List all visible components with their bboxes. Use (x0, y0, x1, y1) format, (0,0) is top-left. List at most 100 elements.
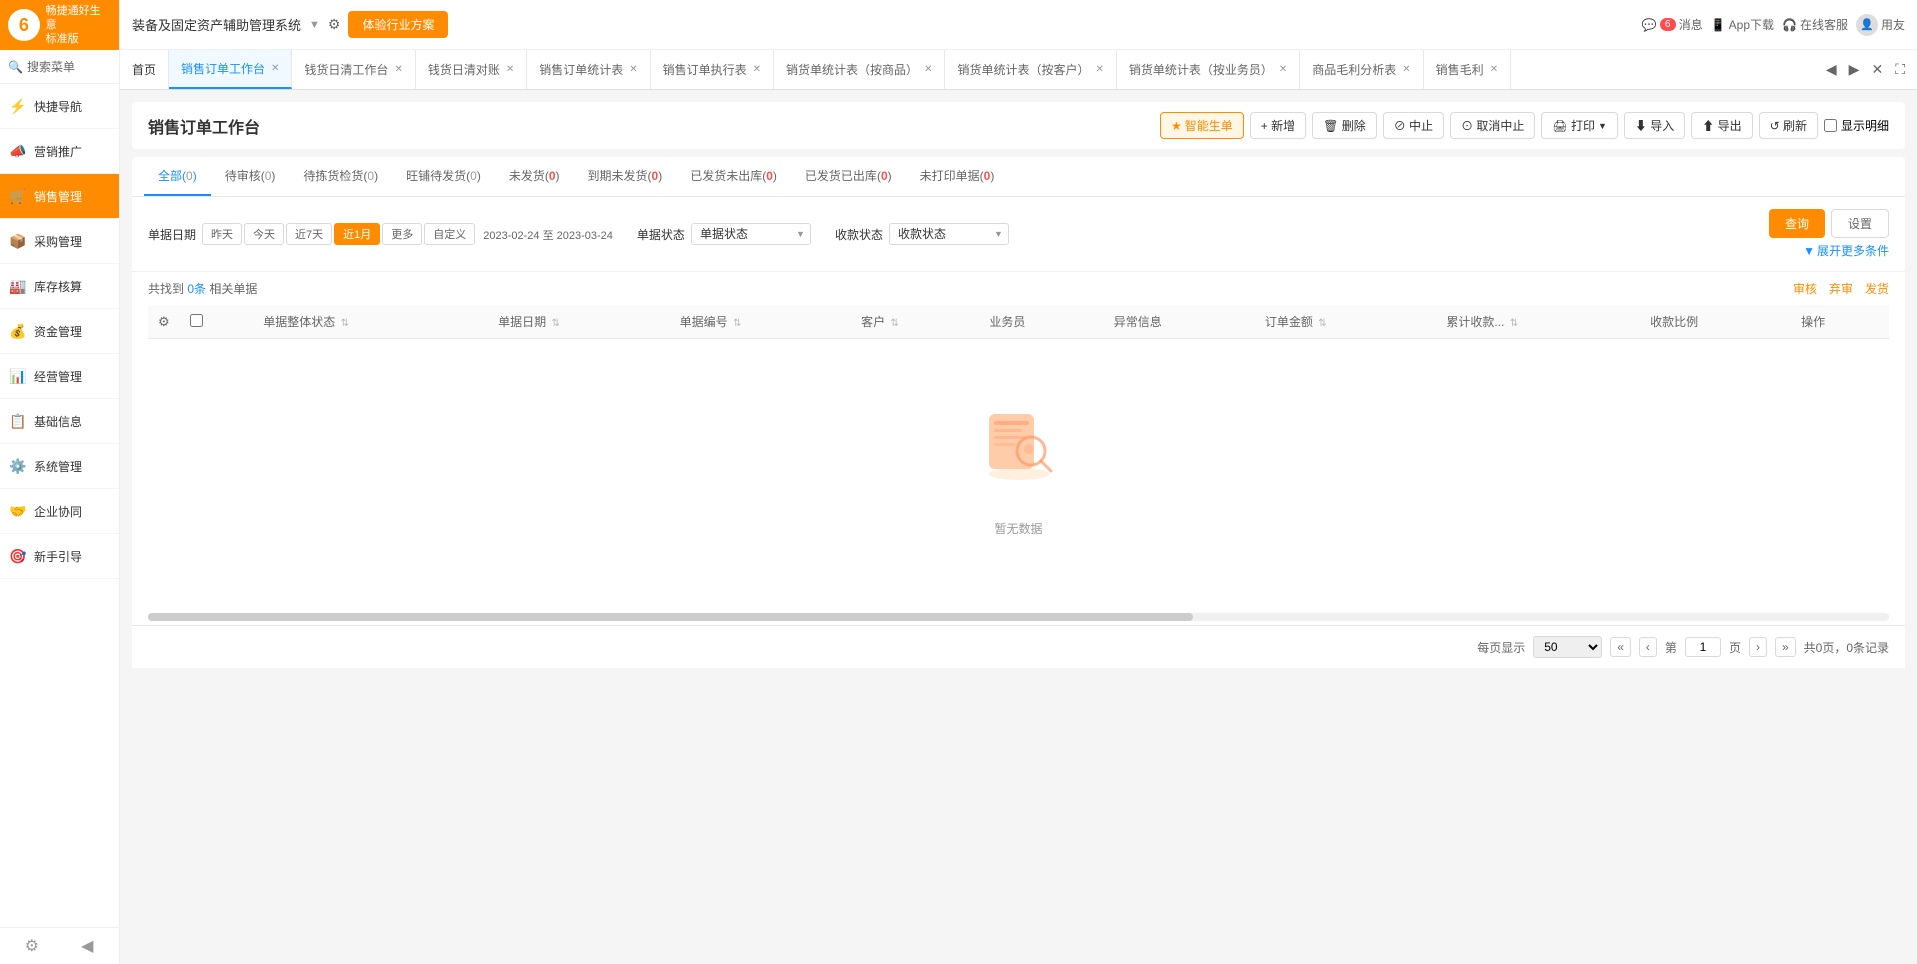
tab-close-product[interactable]: ✕ (924, 64, 932, 75)
show-detail-checkbox[interactable] (1824, 119, 1837, 132)
stop-btn[interactable]: ⊘ 中止 (1383, 112, 1444, 139)
sort-collected-icon: ⇅ (1510, 318, 1518, 329)
ship-action-btn[interactable]: 发货 (1865, 280, 1889, 297)
sidebar-item-base-info[interactable]: 📋 基础信息 (0, 399, 119, 444)
smart-gen-btn[interactable]: ★ 智能生单 (1160, 112, 1244, 139)
print-btn[interactable]: 🖨 打印 ▼ (1541, 112, 1618, 139)
tab-cash-reconcile[interactable]: 钱货日清对账 ✕ (416, 50, 527, 89)
message-link[interactable]: 💬 6 消息 (1642, 16, 1703, 33)
tab-sales-stats[interactable]: 销售订单统计表 ✕ (527, 50, 650, 89)
sub-tab-not-shipped[interactable]: 未发货(0) (495, 157, 574, 196)
date-filter-label: 单据日期 (148, 226, 196, 243)
tab-sales-profit[interactable]: 销售毛利 ✕ (1424, 50, 1511, 89)
select-all-checkbox[interactable] (190, 314, 203, 327)
date-btn-custom[interactable]: 自定义 (424, 223, 475, 245)
sub-tab-wangpu[interactable]: 旺铺待发货(0) (392, 157, 495, 196)
sidebar-item-guide[interactable]: 🎯 新手引导 (0, 534, 119, 579)
table-th-customer[interactable]: 客户 ⇅ (851, 305, 979, 339)
date-btn-7days[interactable]: 近7天 (286, 223, 332, 245)
sub-tab-expired-not-shipped[interactable]: 到期未发货(0) (574, 157, 677, 196)
sub-tab-not-printed[interactable]: 未打印单据(0) (906, 157, 1009, 196)
payment-select[interactable]: 收款状态 (889, 223, 1009, 245)
page-first-btn[interactable]: « (1610, 637, 1631, 657)
add-btn[interactable]: + 新增 (1250, 112, 1306, 139)
page-last-btn[interactable]: » (1775, 637, 1796, 657)
audit-action-btn[interactable]: 审核 (1793, 280, 1817, 297)
sidebar-item-purchase-mgmt[interactable]: 📦 采购管理 (0, 219, 119, 264)
gear-settings-icon[interactable]: ⚙ (328, 16, 341, 33)
sidebar-collapse-btn[interactable]: ◀ (64, 936, 112, 956)
tab-close-staff[interactable]: ✕ (1279, 64, 1287, 75)
expand-more-btn[interactable]: ▼ 展开更多条件 (1803, 242, 1889, 259)
sub-tab-pending-audit[interactable]: 待审核(0) (211, 157, 290, 196)
date-btn-yesterday[interactable]: 昨天 (202, 223, 242, 245)
cancel-audit-action-btn[interactable]: 弃审 (1829, 280, 1853, 297)
tab-gross-margin[interactable]: 商品毛利分析表 ✕ (1300, 50, 1423, 89)
tab-close-sales-workbench[interactable]: ✕ (271, 63, 279, 74)
show-detail-label[interactable]: 显示明细 (1824, 117, 1889, 134)
query-btn[interactable]: 查询 (1769, 209, 1825, 238)
tab-close-customer[interactable]: ✕ (1095, 64, 1103, 75)
online-service-link[interactable]: 🎧 在线客服 (1782, 16, 1848, 33)
sub-tab-shipped-out[interactable]: 已发货已出库(0) (791, 157, 906, 196)
horizontal-scrollbar[interactable] (148, 613, 1889, 621)
table-th-number[interactable]: 单据编号 ⇅ (670, 305, 852, 339)
page-prev-btn[interactable]: ‹ (1639, 637, 1657, 657)
tab-close-cash-reconcile[interactable]: ✕ (506, 64, 514, 75)
sidebar-settings-btn[interactable]: ⚙ (8, 936, 56, 956)
tab-prev-btn[interactable]: ◀ (1822, 59, 1841, 80)
sidebar-item-finance[interactable]: 💰 资金管理 (0, 309, 119, 354)
date-btn-today[interactable]: 今天 (244, 223, 284, 245)
page-number-input[interactable]: 1 (1685, 637, 1721, 657)
tab-sales-stat-product[interactable]: 销货单统计表（按商品） ✕ (774, 50, 945, 89)
tab-close-all-btn[interactable]: ✕ (1867, 59, 1887, 80)
sidebar-item-sales-mgmt[interactable]: 🛒 销售管理 (0, 174, 119, 219)
refresh-btn[interactable]: ↺ 刷新 (1759, 112, 1818, 139)
tab-sales-exec[interactable]: 销售订单执行表 ✕ (651, 50, 774, 89)
tab-close-sales-stats[interactable]: ✕ (629, 64, 637, 75)
sidebar-item-search[interactable]: 🔍 搜索菜单 (0, 50, 119, 84)
scrollbar-thumb[interactable] (148, 613, 1193, 621)
page-next-btn[interactable]: › (1749, 637, 1767, 657)
tab-next-btn[interactable]: ▶ (1845, 59, 1864, 80)
app-download-link[interactable]: 📱 App下载 (1711, 16, 1774, 33)
import-btn[interactable]: ⬇ 导入 (1624, 112, 1685, 139)
sidebar-item-enterprise[interactable]: 🤝 企业协同 (0, 489, 119, 534)
industry-solution-btn[interactable]: 体验行业方案 (348, 11, 448, 38)
delete-btn[interactable]: 🗑 删除 (1312, 112, 1377, 139)
sidebar-item-sys-mgmt[interactable]: ⚙️ 系统管理 (0, 444, 119, 489)
table-th-status[interactable]: 单据整体状态 ⇅ (253, 305, 488, 339)
status-select[interactable]: 单据状态 (691, 223, 811, 245)
tab-close-cash-daily[interactable]: ✕ (394, 64, 402, 75)
table-th-amount[interactable]: 订单金额 ⇅ (1255, 305, 1437, 339)
tab-close-gross-margin[interactable]: ✕ (1402, 64, 1410, 75)
sidebar-item-quick-nav[interactable]: ⚡ 快捷导航 (0, 84, 119, 129)
export-btn[interactable]: ⬆ 导出 (1691, 112, 1752, 139)
table-th-abnormal[interactable]: 异常信息 (1104, 305, 1255, 339)
cancel-stop-btn[interactable]: ⊙ 取消中止 (1450, 112, 1535, 139)
tab-cash-daily[interactable]: 钱货日清工作台 ✕ (292, 50, 415, 89)
tab-home[interactable]: 首页 (120, 50, 169, 89)
dropdown-icon[interactable]: ▼ (309, 19, 320, 31)
tab-close-sales-profit[interactable]: ✕ (1490, 64, 1498, 75)
user-profile-link[interactable]: 👤 用友 (1856, 14, 1905, 36)
sidebar-item-inventory[interactable]: 🏭 库存核算 (0, 264, 119, 309)
tab-close-sales-exec[interactable]: ✕ (753, 64, 761, 75)
tab-sales-stat-staff[interactable]: 销货单统计表（按业务员） ✕ (1117, 50, 1300, 89)
date-btn-more[interactable]: 更多 (382, 223, 422, 245)
per-page-select[interactable]: 50 20 100 (1533, 636, 1602, 658)
tab-maximize-btn[interactable]: ⛶ (1891, 59, 1909, 80)
sidebar-item-operations[interactable]: 📊 经营管理 (0, 354, 119, 399)
table-th-date[interactable]: 单据日期 ⇅ (488, 305, 670, 339)
table-th-collected[interactable]: 累计收款... ⇅ (1436, 305, 1640, 339)
table-th-staff[interactable]: 业务员 (979, 305, 1103, 339)
sub-tab-pending-inspect[interactable]: 待拣货检货(0) (289, 157, 392, 196)
date-btn-1month[interactable]: 近1月 (334, 223, 380, 245)
tab-sales-stat-customer[interactable]: 销货单统计表（按客户） ✕ (945, 50, 1116, 89)
settings-filter-btn[interactable]: 设置 (1831, 209, 1889, 238)
tab-sales-workbench[interactable]: 销售订单工作台 ✕ (169, 50, 292, 89)
sub-tab-all[interactable]: 全部(0) (144, 157, 211, 196)
sub-tab-shipped-not-out[interactable]: 已发货未出库(0) (676, 157, 791, 196)
sidebar-item-marketing[interactable]: 📣 营销推广 (0, 129, 119, 174)
gear-icon[interactable]: ⚙ (158, 314, 170, 329)
